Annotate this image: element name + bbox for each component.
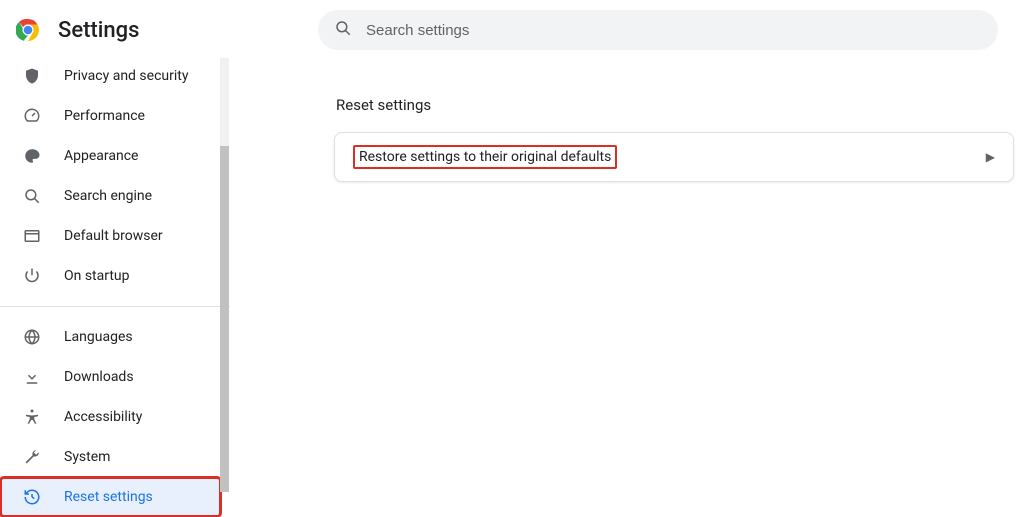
sidebar-item-label: Search engine <box>64 188 152 204</box>
sidebar-item-label: Languages <box>64 329 133 345</box>
browser-icon <box>22 226 42 246</box>
sidebar-item-privacy[interactable]: Privacy and security <box>0 56 221 96</box>
sidebar-separator <box>0 306 230 307</box>
speed-icon <box>22 106 42 126</box>
header: Settings <box>0 0 1024 58</box>
sidebar-item-performance[interactable]: Performance <box>0 96 221 136</box>
sidebar-item-label: Downloads <box>64 369 134 385</box>
sidebar-item-languages[interactable]: Languages <box>0 317 221 357</box>
globe-icon <box>22 327 42 347</box>
body: Privacy and security Performance Appeara… <box>0 58 1024 500</box>
sidebar-item-label: System <box>64 449 110 465</box>
sidebar-item-default-browser[interactable]: Default browser <box>0 216 221 256</box>
palette-icon <box>22 146 42 166</box>
history-icon <box>22 487 42 507</box>
sidebar-item-label: Privacy and security <box>64 68 188 84</box>
restore-defaults-label: Restore settings to their original defau… <box>353 145 617 169</box>
sidebar-item-search-engine[interactable]: Search engine <box>0 176 221 216</box>
wrench-icon <box>22 447 42 467</box>
sidebar-item-label: Appearance <box>64 148 138 164</box>
sidebar-item-reset-settings[interactable]: Reset settings <box>0 477 221 517</box>
reset-card: Restore settings to their original defau… <box>334 132 1014 182</box>
sidebar-item-accessibility[interactable]: Accessibility <box>0 397 221 437</box>
shield-icon <box>22 66 42 86</box>
scrollbar[interactable] <box>220 58 229 492</box>
chevron-right-icon: ▶ <box>986 150 995 164</box>
download-icon <box>22 367 42 387</box>
search-icon <box>334 19 366 41</box>
sidebar-item-label: Performance <box>64 108 145 124</box>
chrome-logo-icon <box>16 18 40 42</box>
sidebar: Privacy and security Performance Appeara… <box>0 58 230 500</box>
sidebar-item-label: Accessibility <box>64 409 142 425</box>
main-content: Reset settings Restore settings to their… <box>334 58 1024 500</box>
sidebar-item-label: On startup <box>64 268 130 284</box>
searchbar[interactable] <box>318 10 998 50</box>
sidebar-item-label: Default browser <box>64 228 163 244</box>
section-title: Reset settings <box>336 96 1014 114</box>
settings-app: Settings Privacy and security Performanc… <box>0 0 1024 500</box>
restore-defaults-row[interactable]: Restore settings to their original defau… <box>335 133 1013 181</box>
search-input[interactable] <box>366 22 982 39</box>
page-title: Settings <box>58 18 139 43</box>
sidebar-item-system[interactable]: System <box>0 437 221 477</box>
sidebar-item-on-startup[interactable]: On startup <box>0 256 221 296</box>
sidebar-item-label: Reset settings <box>64 489 153 505</box>
sidebar-item-downloads[interactable]: Downloads <box>0 357 221 397</box>
search-icon <box>22 186 42 206</box>
scrollbar-thumb[interactable] <box>220 146 229 492</box>
power-icon <box>22 266 42 286</box>
sidebar-item-appearance[interactable]: Appearance <box>0 136 221 176</box>
accessibility-icon <box>22 407 42 427</box>
